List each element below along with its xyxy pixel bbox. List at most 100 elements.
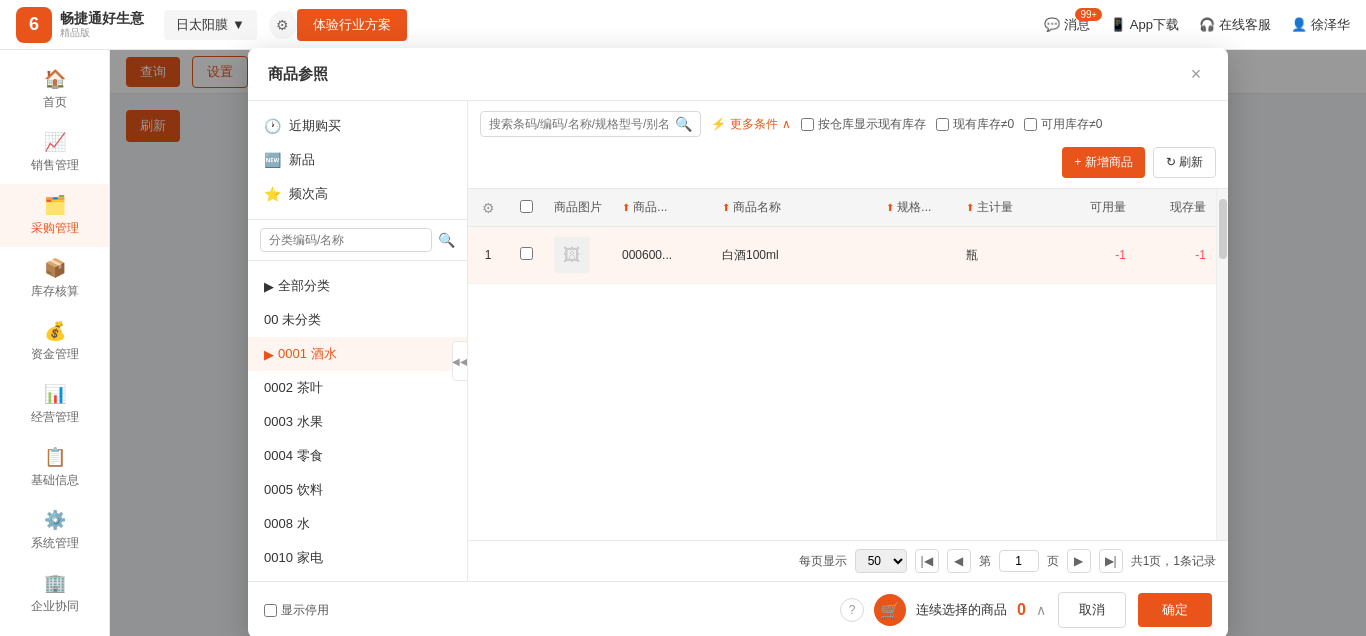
message-icon: 💬 [1044,17,1060,32]
sidebar-item-system[interactable]: ⚙️ 系统管理 [0,499,109,562]
cell-check [508,227,544,284]
select-all-checkbox[interactable] [520,200,533,213]
scrollbar-thumb[interactable] [1219,199,1227,259]
quick-tab-frequent[interactable]: ⭐ 频次高 [248,177,467,211]
sidebar-item-sales[interactable]: 📈 销售管理 [0,121,109,184]
first-page-button[interactable]: |◀ [915,549,939,573]
by-warehouse-checkbox[interactable] [801,118,814,131]
category-search-input[interactable] [260,228,432,252]
quick-tab-new[interactable]: 🆕 新品 [248,143,467,177]
category-item-0005[interactable]: 0005 饮料 [248,473,467,507]
category-item-0004[interactable]: 0004 零食 [248,439,467,473]
collapse-panel-button[interactable]: ◀◀ [452,341,468,381]
category-item-00[interactable]: 00 未分类 [248,303,467,337]
modal-overlay: 商品参照 × 🕐 近期购买 🆕 [110,50,1366,636]
brand-name: 畅捷通好生意 [60,10,144,27]
confirm-button[interactable]: 确定 [1138,593,1212,627]
stock-neq0-checkbox[interactable] [936,118,949,131]
product-search-icon[interactable]: 🔍 [675,116,692,132]
cat-0001-arrow-icon: ▶ [264,347,274,362]
gear-icon[interactable]: ⚙ [482,200,495,216]
stock-neq0-checkbox-label[interactable]: 现有库存≠0 [936,116,1014,133]
sidebar-item-purchase[interactable]: 🗂️ 采购管理 [0,184,109,247]
star-icon: ⭐ [264,186,281,202]
col-header-unit: ⬆ 主计量 [956,189,1036,227]
logo-icon: 6 [16,7,52,43]
col-header-spec: ⬆ 规格... [876,189,956,227]
cart-button[interactable]: 🛒 [874,594,906,626]
sidebar-item-basic[interactable]: 📋 基础信息 [0,436,109,499]
product-search-box: 🔍 [480,111,701,137]
col-header-check [508,189,544,227]
prev-page-button[interactable]: ◀ [947,549,971,573]
cart-collapse-icon[interactable]: ∧ [1036,602,1046,618]
category-search-icon[interactable]: 🔍 [438,232,455,248]
page-summary: 共1页，1条记录 [1131,553,1216,570]
logo-area: 6 畅捷通好生意 精品版 [16,7,144,43]
col-header-avail: 可用量 [1036,189,1136,227]
category-item-0010[interactable]: 0010 家电 [248,541,467,575]
next-page-button[interactable]: ▶ [1067,549,1091,573]
sidebar-item-finance[interactable]: 💰 资金管理 [0,310,109,373]
cell-stock: -1 [1136,227,1216,284]
cell-spec [876,227,956,284]
cart-text: 连续选择的商品 [916,601,1007,619]
page-label-text: 页 [1047,553,1059,570]
add-product-button[interactable]: + 新增商品 [1062,147,1144,178]
app-download-nav-item[interactable]: 📱 App下载 [1110,16,1179,34]
table-area: ⚙ 商品图片 ⬆ 商品.. [468,189,1216,540]
show-disabled-checkbox[interactable] [264,604,277,617]
messages-nav-item[interactable]: 💬 消息 99+ [1044,16,1090,34]
row-checkbox[interactable] [520,247,533,260]
cancel-button[interactable]: 取消 [1058,592,1126,628]
product-thumbnail: 🖼 [554,237,590,273]
cta-button[interactable]: 体验行业方案 [297,9,407,41]
user-nav-item[interactable]: 👤 徐泽华 [1291,16,1350,34]
page-number-input[interactable] [999,550,1039,572]
sidebar-item-business[interactable]: 📊 经营管理 [0,373,109,436]
sort-spec-icon: ⬆ [886,202,894,213]
table-row[interactable]: 1 🖼 000600... [468,227,1216,284]
cell-unit: 瓶 [956,227,1036,284]
settings-icon[interactable]: ⚙ [269,11,297,39]
show-disabled-label[interactable]: 显示停用 [264,602,329,619]
per-page-select[interactable]: 50 [855,549,907,573]
sidebar-item-guide[interactable]: 🚀 新手引导 [0,625,109,636]
category-item-0002[interactable]: 0002 茶叶 [248,371,467,405]
product-search-input[interactable] [489,117,669,131]
quick-tab-recent[interactable]: 🕐 近期购买 [248,109,467,143]
sidebar-item-enterprise[interactable]: 🏢 企业协同 [0,562,109,625]
cell-avail: -1 [1036,227,1136,284]
avail-neq0-checkbox-label[interactable]: 可用库存≠0 [1024,116,1102,133]
page-number-label: 第 [979,553,991,570]
sidebar-item-home[interactable]: 🏠 首页 [0,58,109,121]
last-page-button[interactable]: ▶| [1099,549,1123,573]
col-header-num: ⚙ [468,189,508,227]
modal-footer: 显示停用 ? 🛒 连续选择的商品 0 ∧ 取消 确定 [248,581,1228,636]
category-item-0003[interactable]: 0003 水果 [248,405,467,439]
refresh-button[interactable]: ↻ 刷新 [1153,147,1216,178]
sidebar-item-inventory[interactable]: 📦 库存核算 [0,247,109,310]
modal-toolbar: 🔍 ⚡ 更多条件 ∧ 按仓库显示现有库存 [468,101,1228,189]
purchase-icon: 🗂️ [44,194,66,216]
filter-button[interactable]: ⚡ 更多条件 ∧ [711,116,791,133]
sort-icon: ⬆ [622,202,630,213]
avail-neq0-checkbox[interactable] [1024,118,1037,131]
help-icon[interactable]: ? [840,598,864,622]
system-icon: ⚙️ [44,509,66,531]
headset-icon: 🎧 [1199,17,1215,32]
modal-left-panel: 🕐 近期购买 🆕 新品 ⭐ 频次高 [248,101,468,581]
category-item-0001[interactable]: ▶ 0001 酒水 [248,337,467,371]
modal-close-button[interactable]: × [1184,62,1208,86]
cell-name: 白酒100ml [712,227,876,284]
vertical-scrollbar[interactable] [1216,189,1228,540]
online-service-nav-item[interactable]: 🎧 在线客服 [1199,16,1271,34]
nav-selector[interactable]: 日太阳膜 ▼ [164,10,257,40]
cell-num: 1 [468,227,508,284]
modal-right-panel: 🔍 ⚡ 更多条件 ∧ 按仓库显示现有库存 [468,101,1228,581]
by-warehouse-checkbox-label[interactable]: 按仓库显示现有库存 [801,116,926,133]
filter-icon: ⚡ [711,117,726,131]
category-item-all[interactable]: ▶ 全部分类 [248,269,467,303]
category-item-0008[interactable]: 0008 水 [248,507,467,541]
product-reference-modal: 商品参照 × 🕐 近期购买 🆕 [248,48,1228,636]
